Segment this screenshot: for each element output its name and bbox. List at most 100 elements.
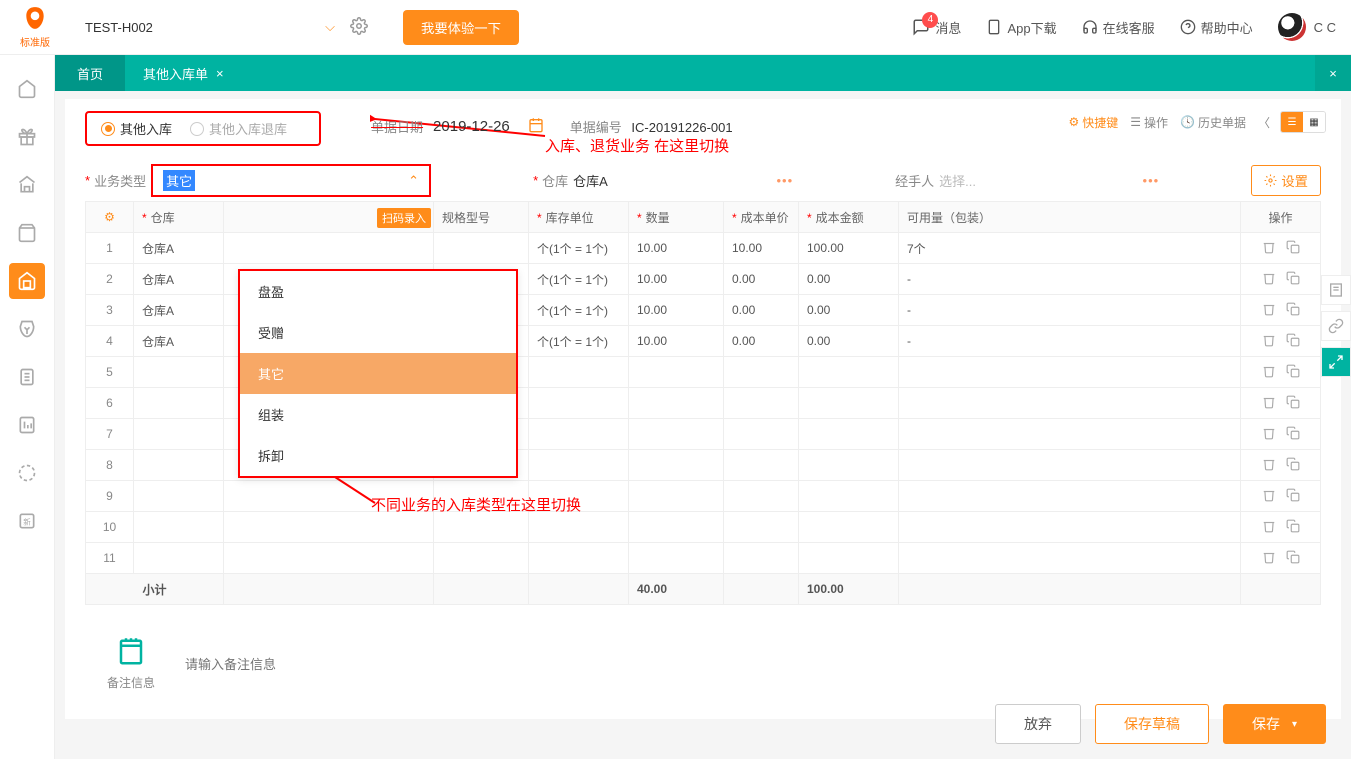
scan-button[interactable]: 扫码录入: [377, 208, 431, 228]
doc-date: 单据日期 2019-12-26 单据编号 IC-20191226-001: [371, 117, 733, 136]
radio-return[interactable]: 其他入库退库: [190, 119, 287, 138]
copy-row-icon[interactable]: [1286, 364, 1300, 381]
dropdown-item[interactable]: 受赠: [240, 312, 516, 353]
delete-row-icon[interactable]: [1262, 364, 1276, 381]
app-label: App下载: [1007, 18, 1056, 37]
delete-row-icon[interactable]: [1262, 395, 1276, 412]
inbound-mode-toggle: 其他入库 其他入库退库: [85, 111, 321, 146]
help-label: 帮助中心: [1201, 18, 1253, 37]
link-tool-icon[interactable]: [1321, 311, 1351, 341]
copy-row-icon[interactable]: [1286, 426, 1300, 443]
operate-button[interactable]: ☰ 操作: [1130, 114, 1168, 131]
delete-row-icon[interactable]: [1262, 550, 1276, 567]
tab-label: 其他入库单: [143, 64, 208, 83]
chevron-up-icon: ⌃: [408, 173, 419, 189]
messages-button[interactable]: 4 消息: [912, 18, 961, 37]
delete-row-icon[interactable]: [1262, 488, 1276, 505]
save-button[interactable]: 保存▾: [1223, 704, 1326, 744]
dropdown-item[interactable]: 盘盈: [240, 271, 516, 312]
table-row[interactable]: 9: [86, 481, 1321, 512]
gear-icon[interactable]: [350, 17, 368, 38]
tabs-bar: 首页 其他入库单 × ×: [55, 55, 1351, 91]
table-row[interactable]: 11: [86, 543, 1321, 574]
float-toolbar: [1321, 275, 1351, 383]
sidebar-money[interactable]: [9, 311, 45, 347]
handler-field: 经手人 选择... •••: [895, 171, 1159, 190]
copy-row-icon[interactable]: [1286, 271, 1300, 288]
delete-row-icon[interactable]: [1262, 240, 1276, 257]
dropdown-item[interactable]: 其它: [240, 353, 516, 394]
sidebar: 新: [0, 55, 55, 759]
sidebar-bag[interactable]: [9, 215, 45, 251]
org-selector[interactable]: TEST-H002 ⌵: [85, 19, 335, 35]
table-row[interactable]: 10: [86, 512, 1321, 543]
gear-column-header[interactable]: ⚙: [86, 202, 134, 233]
grid-view-icon[interactable]: ▦: [1303, 112, 1325, 132]
copy-row-icon[interactable]: [1286, 519, 1300, 536]
sidebar-home[interactable]: [9, 71, 45, 107]
list-view-icon[interactable]: ☰: [1281, 112, 1303, 132]
remarks-label: 备注信息: [107, 637, 155, 691]
biz-type-field: *业务类型 其它 ⌃: [85, 164, 431, 197]
date-value[interactable]: 2019-12-26: [433, 118, 510, 135]
prev-doc-icon[interactable]: 〈: [1258, 114, 1270, 131]
delete-row-icon[interactable]: [1262, 271, 1276, 288]
annotation-text-2: 不同业务的入库类型在这里切换: [371, 494, 581, 515]
main-content: 其他入库 其他入库退库 单据日期 2019-12-26 单据编号 IC-2019…: [55, 91, 1351, 759]
sidebar-clipboard[interactable]: [9, 359, 45, 395]
sidebar-sync[interactable]: [9, 455, 45, 491]
delete-row-icon[interactable]: [1262, 519, 1276, 536]
remarks-input[interactable]: [185, 657, 1299, 672]
close-icon[interactable]: ×: [216, 66, 224, 81]
copy-row-icon[interactable]: [1286, 333, 1300, 350]
discard-button[interactable]: 放弃: [995, 704, 1081, 744]
save-draft-button[interactable]: 保存草稿: [1095, 704, 1209, 744]
top-header: 标准版 TEST-H002 ⌵ 我要体验一下 4 消息 App下载 在线客服 帮…: [0, 0, 1351, 55]
svg-text:新: 新: [23, 516, 31, 526]
radio-inbound[interactable]: 其他入库: [101, 119, 172, 138]
delete-row-icon[interactable]: [1262, 333, 1276, 350]
tab-other-inbound[interactable]: 其他入库单 ×: [125, 55, 242, 91]
copy-row-icon[interactable]: [1286, 457, 1300, 474]
form-row: *业务类型 其它 ⌃ *仓库 仓库A ••• 经手人 选择... •••: [85, 164, 1321, 197]
dropdown-item[interactable]: 组装: [240, 394, 516, 435]
annotation-text-1: 入库、退货业务 在这里切换: [545, 135, 729, 156]
help-center-button[interactable]: 帮助中心: [1180, 18, 1253, 37]
user-menu[interactable]: C C: [1278, 13, 1336, 41]
calendar-icon[interactable]: [528, 117, 544, 136]
biz-type-select[interactable]: 其它 ⌃: [151, 164, 431, 197]
table-row[interactable]: 1仓库A个(1个 = 1个)10.0010.00100.007个: [86, 233, 1321, 264]
copy-row-icon[interactable]: [1286, 488, 1300, 505]
copy-row-icon[interactable]: [1286, 395, 1300, 412]
sidebar-report[interactable]: [9, 407, 45, 443]
warehouse-select[interactable]: 仓库A •••: [573, 171, 793, 190]
handler-select[interactable]: 选择... •••: [939, 171, 1159, 190]
copy-row-icon[interactable]: [1286, 550, 1300, 567]
copy-row-icon[interactable]: [1286, 302, 1300, 319]
app-download-button[interactable]: App下载: [986, 18, 1056, 37]
expand-tool-icon[interactable]: [1321, 347, 1351, 377]
delete-row-icon[interactable]: [1262, 426, 1276, 443]
history-button[interactable]: 🕓 历史单据: [1180, 114, 1246, 131]
sidebar-gift[interactable]: [9, 119, 45, 155]
copy-row-icon[interactable]: [1286, 240, 1300, 257]
customer-service-button[interactable]: 在线客服: [1082, 18, 1155, 37]
delete-row-icon[interactable]: [1262, 302, 1276, 319]
dropdown-item[interactable]: 拆卸: [240, 435, 516, 476]
notepad-icon: [107, 637, 155, 674]
sidebar-warehouse[interactable]: [9, 263, 45, 299]
tab-home[interactable]: 首页: [55, 55, 125, 91]
close-all-tabs[interactable]: ×: [1315, 55, 1351, 91]
biz-type-dropdown: 盘盈受赠其它组装拆卸: [238, 269, 518, 478]
message-badge: 4: [922, 12, 938, 28]
delete-row-icon[interactable]: [1262, 457, 1276, 474]
note-tool-icon[interactable]: [1321, 275, 1351, 305]
filter-tools: ⚙ 快捷键 ☰ 操作 🕓 历史单据 〈 ☰ ▦: [1056, 111, 1326, 133]
settings-button[interactable]: 设置: [1251, 165, 1321, 196]
radio-checked-icon: [101, 122, 115, 136]
sidebar-house[interactable]: [9, 167, 45, 203]
sidebar-new[interactable]: 新: [9, 503, 45, 539]
shortcut-button[interactable]: ⚙ 快捷键: [1068, 114, 1118, 131]
try-button[interactable]: 我要体验一下: [403, 10, 519, 45]
footer-actions: 放弃 保存草稿 保存▾: [995, 704, 1326, 744]
